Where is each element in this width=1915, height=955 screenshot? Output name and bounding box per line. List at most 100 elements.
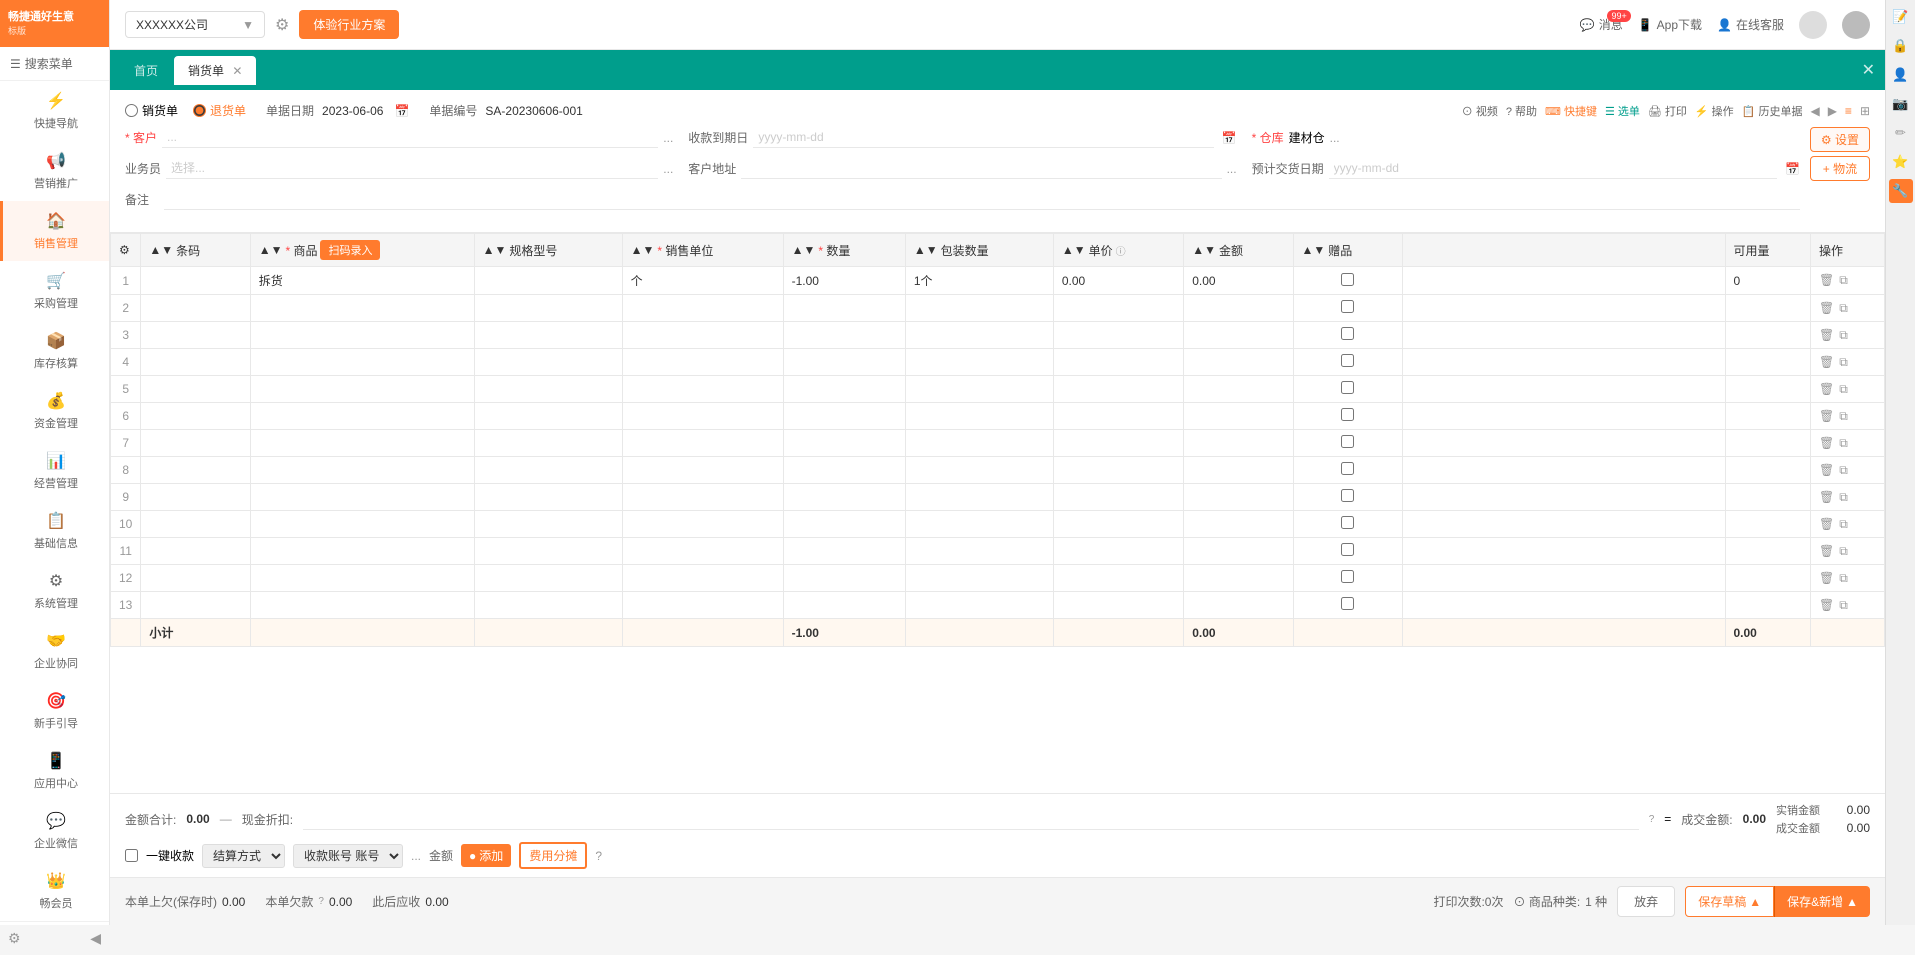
product-cell[interactable]: 拆货	[250, 267, 474, 295]
right-panel-item-1[interactable]: 📝	[1889, 5, 1913, 29]
help-link[interactable]: ? 帮助	[1506, 103, 1537, 119]
delete-row-icon[interactable]: 🗑	[1819, 355, 1834, 370]
calendar-icon[interactable]: 📅	[394, 104, 409, 118]
pkg-qty-cell[interactable]: 1个	[905, 267, 1053, 295]
copy-row-icon[interactable]: ⧉	[1839, 301, 1848, 316]
online-service-item[interactable]: 👤 在线客服	[1717, 16, 1784, 33]
amount-cell[interactable]: 0.00	[1184, 267, 1293, 295]
one-click-pay-checkbox[interactable]	[125, 849, 138, 862]
message-item[interactable]: 💬 消息 99+	[1580, 16, 1623, 33]
sidebar-item-quick-nav[interactable]: ⚡ 快捷导航	[0, 81, 109, 141]
due-date-input[interactable]	[753, 127, 1213, 148]
warehouse-dots[interactable]: ...	[1330, 131, 1340, 145]
sidebar-item-operations[interactable]: 📊 经营管理	[0, 441, 109, 501]
notes-input[interactable]	[164, 189, 1800, 210]
right-panel-item-5[interactable]: ✏	[1889, 121, 1913, 145]
delete-row-icon[interactable]: 🗑	[1819, 598, 1834, 613]
delete-row-icon[interactable]: 🗑	[1819, 409, 1834, 424]
avatar[interactable]	[1799, 11, 1827, 39]
video-link[interactable]: ⊙ 视频	[1462, 103, 1498, 119]
sidebar-item-purchase[interactable]: 🛒 采购管理	[0, 261, 109, 321]
sidebar-item-marketing[interactable]: 📢 营销推广	[0, 141, 109, 201]
add-button[interactable]: ● 添加	[461, 844, 511, 867]
app-download-item[interactable]: 📱 App下载	[1638, 16, 1702, 33]
salesperson-input[interactable]	[166, 158, 658, 179]
grid-view-icon[interactable]: ⊞	[1860, 104, 1870, 118]
tab-home[interactable]: 首页	[120, 56, 172, 85]
nav-prev-icon[interactable]: ◀	[1810, 104, 1819, 118]
notes-cell[interactable]	[1402, 267, 1725, 295]
sidebar-item-sales[interactable]: 🏠 销售管理	[0, 201, 109, 261]
scan-button[interactable]: 扫码录入	[320, 240, 380, 260]
delete-row-icon[interactable]: 🗑	[1819, 463, 1834, 478]
right-panel-item-4[interactable]: 📷	[1889, 92, 1913, 116]
sidebar-item-enterprise[interactable]: 🤝 企业协同	[0, 621, 109, 681]
company-selector[interactable]: XXXXXX公司 ▼	[125, 11, 265, 38]
avatar2[interactable]	[1842, 11, 1870, 39]
copy-row-icon[interactable]: ⧉	[1839, 544, 1848, 559]
customer-dots[interactable]: ...	[663, 131, 673, 145]
sidebar-item-basic-info[interactable]: 📋 基础信息	[0, 501, 109, 561]
collapse-icon[interactable]: ◀	[90, 930, 101, 947]
copy-row-icon[interactable]: ⧉	[1839, 571, 1848, 586]
delete-row-icon[interactable]: 🗑	[1819, 571, 1834, 586]
copy-row-icon[interactable]: ⧉	[1839, 490, 1848, 505]
due-date-calendar-icon[interactable]: 📅	[1222, 131, 1237, 145]
th-settings[interactable]: ⚙	[111, 234, 141, 267]
right-panel-item-3[interactable]: 👤	[1889, 63, 1913, 87]
price-cell[interactable]: 0.00	[1053, 267, 1183, 295]
save-new-button[interactable]: 保存&新增 ▲	[1774, 886, 1870, 917]
copy-row-icon[interactable]: ⧉	[1839, 273, 1848, 288]
right-panel-item-6[interactable]: ⭐	[1889, 150, 1913, 174]
sidebar-item-system[interactable]: ⚙ 系统管理	[0, 561, 109, 621]
addr-dots[interactable]: ...	[1227, 162, 1237, 176]
spec-cell[interactable]	[474, 267, 622, 295]
help-icon[interactable]: ?	[595, 849, 602, 863]
discount-info-icon[interactable]: ?	[1649, 814, 1655, 825]
expected-date-input[interactable]	[1329, 158, 1777, 179]
sidebar-item-app[interactable]: 📱 应用中心	[0, 741, 109, 801]
delete-row-icon[interactable]: 🗑	[1819, 301, 1834, 316]
salesperson-dots[interactable]: ...	[663, 162, 673, 176]
customer-addr-input[interactable]	[741, 158, 1221, 179]
method-select[interactable]: 结算方式	[202, 844, 285, 868]
sidebar-search[interactable]: ☰ 搜索菜单	[0, 47, 109, 81]
close-all-tabs-icon[interactable]: ✕	[1862, 60, 1875, 80]
copy-row-icon[interactable]: ⧉	[1839, 598, 1848, 613]
copy-row-icon[interactable]: ⧉	[1839, 328, 1848, 343]
settings-bottom-icon[interactable]: ⚙	[8, 930, 21, 947]
sidebar-item-finance[interactable]: 💰 资金管理	[0, 381, 109, 441]
select-link[interactable]: ☰ 选单	[1605, 103, 1640, 119]
right-panel-item-2[interactable]: 🔒	[1889, 34, 1913, 58]
barcode-cell[interactable]	[141, 267, 250, 295]
delete-row-icon[interactable]: 🗑	[1819, 544, 1834, 559]
settings-button[interactable]: ⚙ 设置	[1810, 127, 1870, 152]
delete-row-icon[interactable]: 🗑	[1819, 490, 1834, 505]
tab-sales-order[interactable]: 销货单 ✕	[174, 56, 256, 85]
copy-row-icon[interactable]: ⧉	[1839, 463, 1848, 478]
sidebar-item-newbie[interactable]: 🎯 新手引导	[0, 681, 109, 741]
print-link[interactable]: 🖨 打印	[1648, 103, 1687, 119]
sidebar-item-wechat[interactable]: 💬 企业微信	[0, 801, 109, 861]
account-select[interactable]: 收款账号 账号	[293, 844, 403, 868]
delete-row-icon[interactable]: 🗑	[1819, 436, 1834, 451]
price-info-icon[interactable]: ⓘ	[1116, 243, 1126, 258]
history-link[interactable]: 📋 历史单据	[1742, 103, 1803, 119]
qty-cell[interactable]: -1.00	[783, 267, 905, 295]
save-draft-button[interactable]: 保存草稿 ▲	[1685, 886, 1774, 917]
copy-row-icon[interactable]: ⧉	[1839, 436, 1848, 451]
copy-row-icon[interactable]: ⧉	[1839, 517, 1848, 532]
copy-row-icon[interactable]: ⧉	[1839, 355, 1848, 370]
operation-link[interactable]: ⚡ 操作	[1695, 103, 1734, 119]
account-dots[interactable]: ...	[411, 849, 421, 863]
customer-input[interactable]	[162, 127, 658, 148]
unit-cell[interactable]: 个	[622, 267, 783, 295]
copy-row-icon[interactable]: ⧉	[1839, 382, 1848, 397]
delete-row-icon[interactable]: 🗑	[1819, 517, 1834, 532]
expense-button[interactable]: 费用分摊	[519, 842, 587, 869]
gift-cell[interactable]	[1293, 267, 1402, 295]
expected-date-calendar-icon[interactable]: 📅	[1785, 162, 1800, 176]
copy-row-icon[interactable]: ⧉	[1839, 409, 1848, 424]
radio-return-order[interactable]: 退货单	[193, 102, 246, 119]
shortcuts-link[interactable]: ⌨ 快捷键	[1545, 103, 1597, 119]
